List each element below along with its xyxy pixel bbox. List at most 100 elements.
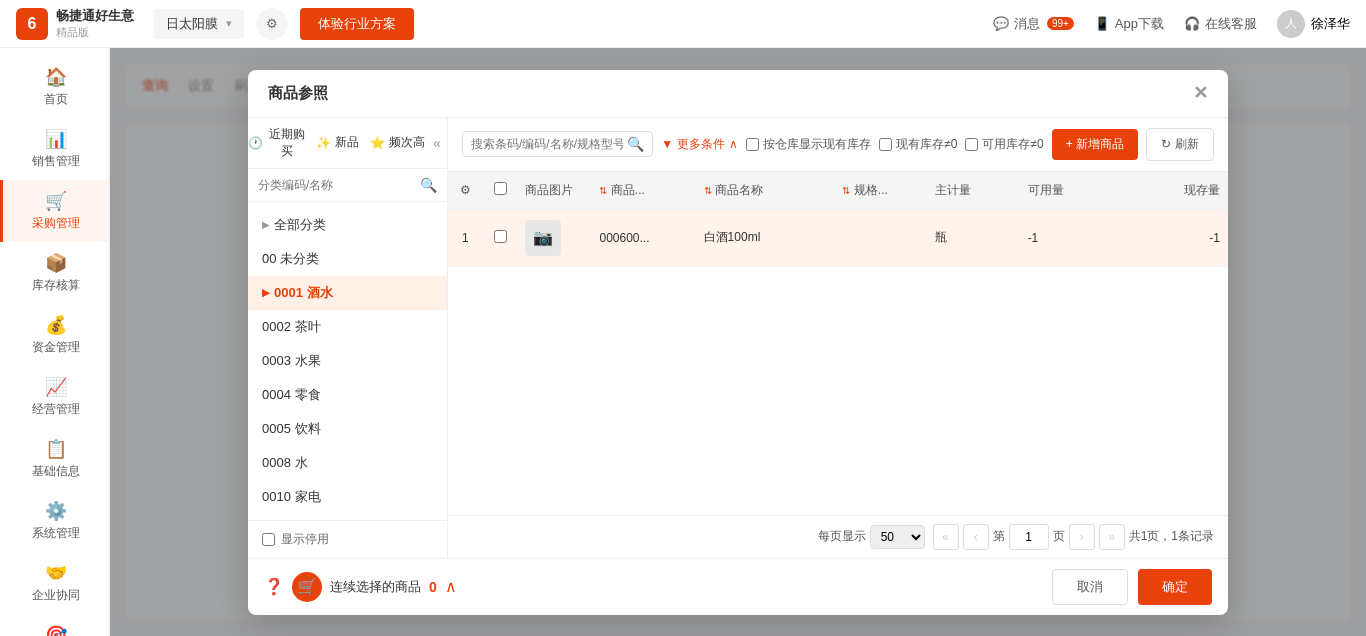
cat-item-uncat[interactable]: 00 未分类 [248,242,447,276]
help-icon[interactable]: ❓ [264,577,284,596]
sidebar-item-biz[interactable]: 📈 经营管理 [0,366,109,428]
refresh-button[interactable]: ↻ 刷新 [1146,128,1214,161]
cancel-button[interactable]: 取消 [1052,569,1128,605]
page-prev-btn[interactable]: ‹ [963,524,989,550]
cart-icon[interactable]: 🛒 [292,572,322,602]
per-page-select[interactable]: 20 50 100 [870,525,925,549]
dialog-overlay: 商品参照 ✕ 🕐 近期购买 ✨ [110,48,1366,636]
app-download-item[interactable]: 📱 App下载 [1094,15,1164,33]
category-list: ▶ 全部分类 00 未分类 ▶ 0001 酒水 0002 茶 [248,202,447,520]
user-avatar-area[interactable]: 人 徐泽华 [1277,10,1350,38]
cat-item-all[interactable]: ▶ 全部分类 [248,208,447,242]
search-icon[interactable]: 🔍 [627,136,644,152]
collapse-footer-icon[interactable]: ∧ [445,577,457,596]
gear-icon[interactable]: ⚙ [256,8,288,40]
col-img-header: 商品图片 [517,172,591,210]
row-checkbox[interactable] [494,230,507,243]
footer-right: 取消 确定 [1052,569,1212,605]
sidebar-item-finance[interactable]: 💰 资金管理 [0,304,109,366]
category-panel: 🕐 近期购买 ✨ 新品 ⭐ 频次高 « [248,118,448,558]
page-next-btn[interactable]: › [1069,524,1095,550]
product-table: ⚙ 商品图片 ⇅ [448,172,1228,267]
cat-item-liquor[interactable]: ▶ 0001 酒水 [248,276,447,310]
add-product-button[interactable]: + 新增商品 [1052,129,1138,160]
checkbox-warehouse-label[interactable]: 按仓库显示现有库存 [763,136,871,153]
close-icon[interactable]: ✕ [1193,84,1208,102]
brand-info: 畅捷通好生意 精品版 [56,7,134,40]
cat-tab-recent[interactable]: 🕐 近期购买 [248,118,308,168]
checkbox-available-label[interactable]: 可用库存≠0 [982,136,1043,153]
checkbox-current[interactable] [879,138,892,151]
checkbox-current-label[interactable]: 现有库存≠0 [896,136,957,153]
filter-label: 更多条件 [677,136,725,153]
continuous-text: 连续选择的商品 [330,578,421,596]
message-item[interactable]: 💬 消息 99+ [993,15,1074,33]
cat-item-appliance[interactable]: 0010 家电 [248,480,447,514]
col-settings[interactable]: ⚙ [448,172,483,210]
cat-item-tea[interactable]: 0002 茶叶 [248,310,447,344]
cat-item-water[interactable]: 0008 水 [248,446,447,480]
row-checkbox-cell[interactable] [483,209,518,266]
cat-label-uncat: 00 未分类 [262,250,319,268]
purchase-icon: 🛒 [45,190,67,212]
checkbox-warehouse[interactable] [746,138,759,151]
checkbox-warehouse-item[interactable]: 按仓库显示现有库存 [746,136,871,153]
checkbox-available-item[interactable]: 可用库存≠0 [965,136,1043,153]
new-icon: ✨ [316,136,331,150]
row-code[interactable]: 000600... [591,209,695,266]
basic-icon: 📋 [45,438,67,460]
sidebar-item-inventory[interactable]: 📦 库存核算 [0,242,109,304]
trial-button[interactable]: 体验行业方案 [300,8,414,40]
sidebar-item-home[interactable]: 🏠 首页 [0,56,109,118]
sidebar-item-guide[interactable]: 🎯 新手引导 [0,614,109,636]
page-label: 第 [993,528,1005,545]
nav-right: 💬 消息 99+ 📱 App下载 🎧 在线客服 人 徐泽华 [993,10,1350,38]
row-num: 1 [448,209,483,266]
sidebar-item-system[interactable]: ⚙️ 系统管理 [0,490,109,552]
message-badge: 99+ [1047,17,1074,30]
select-all-checkbox[interactable] [494,182,507,195]
col-name-header[interactable]: ⇅ 商品名称 [696,172,835,210]
nav-dropdown[interactable]: 日太阳膜 ▾ [154,9,244,39]
cat-tab-freq[interactable]: ⭐ 频次高 [367,118,427,168]
cat-label-fruit: 0003 水果 [262,352,321,370]
dialog-footer: ❓ 🛒 连续选择的商品 0 ∧ 取消 确定 [248,558,1228,615]
sidebar-item-collab[interactable]: 🤝 企业协同 [0,552,109,614]
sidebar-item-sales[interactable]: 📊 销售管理 [0,118,109,180]
checkbox-current-item[interactable]: 现有库存≠0 [879,136,957,153]
row-name[interactable]: 白酒100ml [696,209,835,266]
category-search-input[interactable] [258,178,414,192]
collapse-panel-btn[interactable]: « [427,118,447,168]
filter-button[interactable]: ▼ 更多条件 ∧ [661,136,738,153]
page-last-btn[interactable]: » [1099,524,1125,550]
cat-item-drink[interactable]: 0005 饮料 [248,412,447,446]
page-first-btn[interactable]: « [933,524,959,550]
toolbar-row: 🔍 ▼ 更多条件 ∧ 按仓库显示现有库存 [448,118,1228,172]
row-available: -1 [1020,209,1124,266]
show-disabled-checkbox[interactable] [262,533,275,546]
row-stock: -1 [1124,209,1228,266]
guide-icon: 🎯 [45,624,67,636]
selected-count: 0 [429,579,437,595]
finance-icon: 💰 [45,314,67,336]
sidebar-item-purchase[interactable]: 🛒 采购管理 [0,180,109,242]
col-spec-header[interactable]: ⇅ 规格... [834,172,927,210]
product-search-input[interactable] [471,137,623,151]
checkbox-available[interactable] [965,138,978,151]
cat-item-snack[interactable]: 0004 零食 [248,378,447,412]
page-input[interactable] [1009,524,1049,550]
cat-item-fruit[interactable]: 0003 水果 [248,344,447,378]
confirm-button[interactable]: 确定 [1138,569,1212,605]
refresh-label: 刷新 [1175,136,1199,153]
cat-tab-new[interactable]: ✨ 新品 [308,118,368,168]
col-stock-header: 现存量 [1124,172,1228,210]
sidebar-item-basic[interactable]: 📋 基础信息 [0,428,109,490]
col-code-header[interactable]: ⇅ 商品... [591,172,695,210]
star-icon: ⭐ [370,136,385,150]
category-search-icon[interactable]: 🔍 [420,177,437,193]
category-search-row: 🔍 [248,169,447,202]
show-disabled-label[interactable]: 显示停用 [281,531,329,548]
table-header-row: ⚙ 商品图片 ⇅ [448,172,1228,210]
brand-edition: 精品版 [56,25,134,40]
online-service-item[interactable]: 🎧 在线客服 [1184,15,1257,33]
